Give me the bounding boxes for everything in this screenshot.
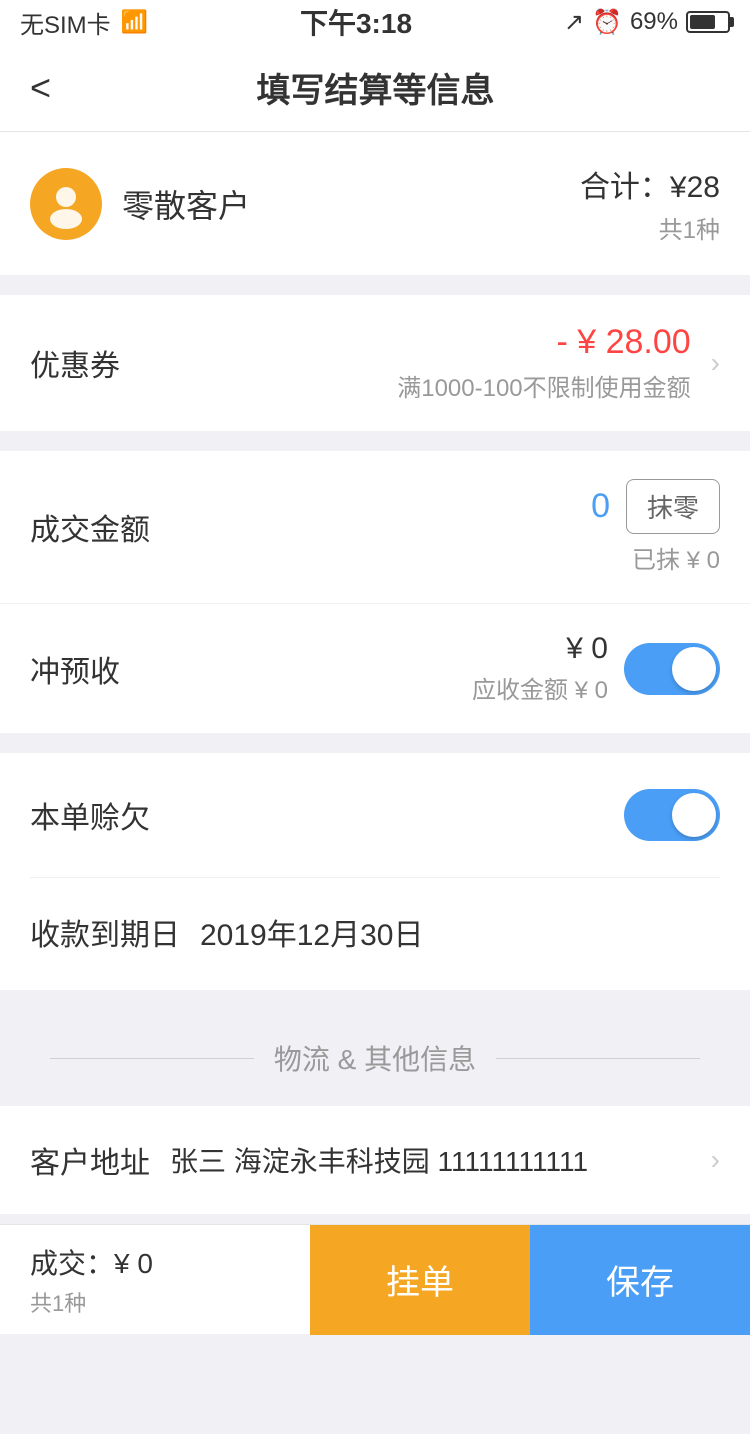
credit-date-row: 收款到期日 2019年12月30日	[30, 878, 720, 990]
bottom-deal-label: 成交：	[30, 1248, 114, 1279]
prepayment-row: 冲预收 ¥ 0 应收金额 ¥ 0	[0, 604, 750, 733]
credit-toggle[interactable]	[624, 789, 720, 841]
prepayment-toggle[interactable]	[624, 643, 720, 695]
coupon-row[interactable]: 优惠券 - ¥ 28.00 满1000-100不限制使用金额 ›	[0, 295, 750, 431]
battery-icon	[686, 11, 730, 33]
coupon-section: 优惠券 - ¥ 28.00 满1000-100不限制使用金额 ›	[0, 295, 750, 431]
credit-section: 本单赊欠 收款到期日 2019年12月30日	[0, 753, 750, 990]
address-row[interactable]: 客户地址 张三 海淀永丰科技园 11111111111 ›	[0, 1106, 750, 1214]
toggle-knob	[672, 647, 716, 691]
credit-due-date-label: 收款到期日	[30, 910, 180, 954]
round-zero-button[interactable]: 抹零	[626, 479, 720, 534]
alarm-icon: ⏰	[592, 8, 622, 37]
status-left: 无SIM卡 📶	[20, 5, 148, 40]
deal-prepayment-section: 成交金额 抹零 已抹 ¥ 0 冲预收 ¥ 0 应收金额 ¥ 0	[0, 451, 750, 733]
coupon-desc: 满1000-100不限制使用金额	[397, 368, 690, 403]
customer-name: 零散客户	[122, 181, 250, 227]
logistics-section-header: 物流 & 其他信息	[0, 1010, 750, 1106]
credit-label: 本单赊欠	[30, 793, 150, 837]
coupon-label: 优惠券	[30, 341, 120, 385]
bottom-deal-amount: 成交：¥ 0	[30, 1242, 280, 1282]
total-count: 共1种	[580, 210, 720, 245]
avatar	[30, 168, 102, 240]
prepayment-receivable: 应收金额 ¥ 0	[472, 670, 608, 705]
location-icon: ↗	[564, 8, 584, 37]
bottom-info: 成交：¥ 0 共1种	[0, 1242, 310, 1318]
status-bar: 无SIM卡 📶 下午3:18 ↗ ⏰ 69%	[0, 0, 750, 44]
save-button[interactable]: 保存	[530, 1225, 750, 1335]
prepayment-label: 冲预收	[30, 647, 120, 691]
battery-percent: 69%	[630, 8, 678, 36]
bottom-deal-value: ¥ 0	[114, 1248, 153, 1279]
status-right: ↗ ⏰ 69%	[564, 8, 730, 37]
credit-toggle-knob	[672, 793, 716, 837]
page-title: 填写结算等信息	[71, 63, 680, 112]
coupon-amount: - ¥ 28.00	[397, 323, 690, 362]
deal-amount-row: 成交金额 抹零 已抹 ¥ 0	[0, 451, 750, 604]
back-button[interactable]: <	[30, 67, 51, 109]
customer-row: 零散客户 合计：¥28 共1种	[0, 132, 750, 275]
deal-amount-input[interactable]	[530, 487, 610, 526]
coupon-chevron-icon: ›	[711, 347, 720, 379]
address-label: 客户地址	[30, 1138, 150, 1182]
credit-row: 本单赊欠	[30, 753, 720, 877]
wifi-icon: 📶	[121, 9, 148, 35]
network-label: 无SIM卡	[20, 5, 111, 40]
status-time: 下午3:18	[300, 2, 412, 42]
deal-amount-label: 成交金额	[30, 505, 150, 549]
address-value: 张三 海淀永丰科技园 11111111111	[170, 1140, 711, 1180]
credit-due-date-value: 2019年12月30日	[200, 910, 423, 954]
prepayment-amount: ¥ 0	[472, 632, 608, 666]
address-section: 客户地址 张三 海淀永丰科技园 11111111111 ›	[0, 1106, 750, 1214]
total-price: 合计：¥28	[580, 162, 720, 206]
bottom-bar: 成交：¥ 0 共1种 挂单 保存	[0, 1224, 750, 1334]
bottom-count: 共1种	[30, 1286, 280, 1318]
hang-button[interactable]: 挂单	[310, 1225, 530, 1335]
address-chevron-icon: ›	[711, 1144, 720, 1176]
logistics-title: 物流 & 其他信息	[274, 1038, 476, 1078]
nav-bar: < 填写结算等信息	[0, 44, 750, 132]
deal-sub-label: 已抹 ¥ 0	[632, 540, 720, 575]
